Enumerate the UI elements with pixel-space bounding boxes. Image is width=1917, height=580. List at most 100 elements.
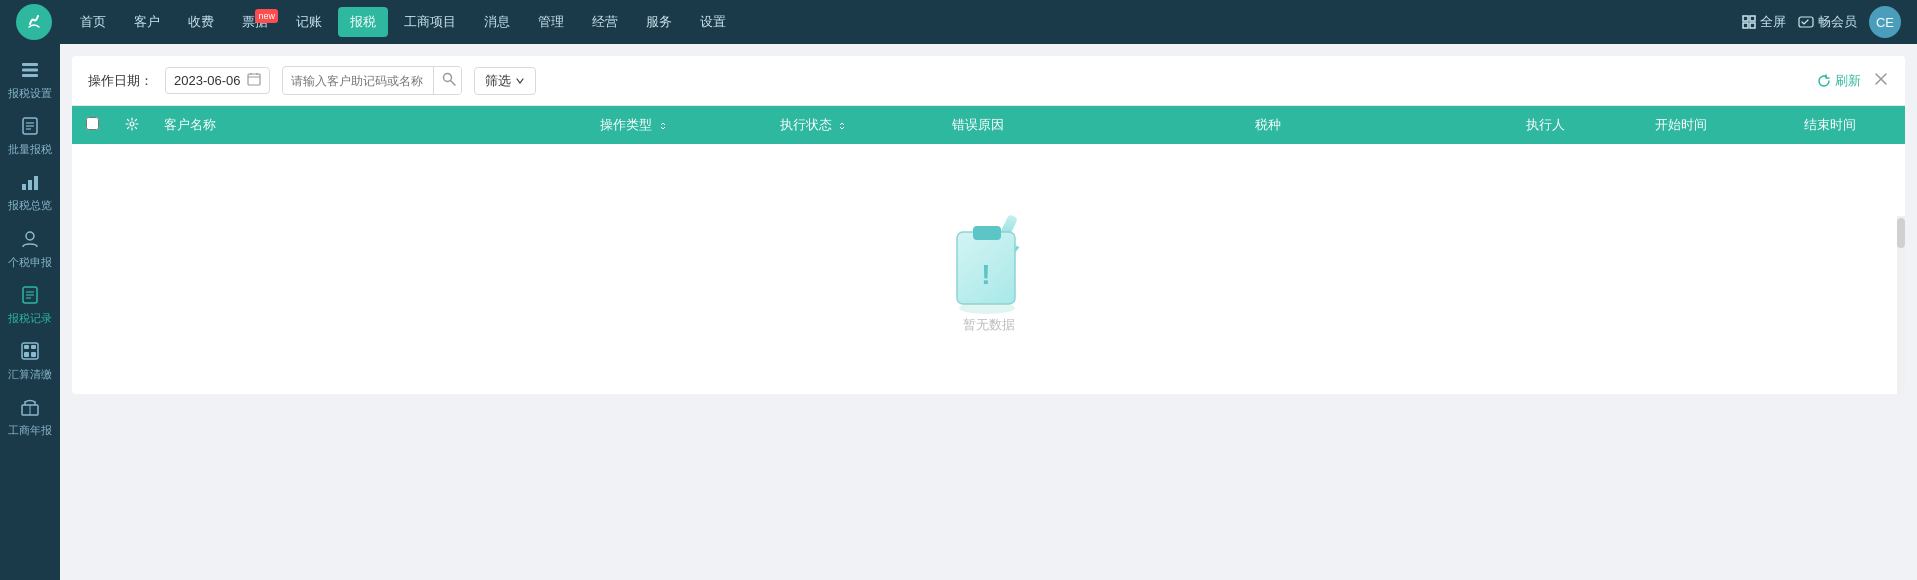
th-checkbox	[72, 106, 112, 144]
select-all-checkbox[interactable]	[86, 117, 99, 130]
batch-tax-icon	[20, 116, 40, 139]
empty-icon: !	[939, 204, 1039, 304]
svg-rect-4	[1750, 23, 1755, 28]
nav-item-industry[interactable]: 工商项目	[392, 7, 468, 37]
annual-report-icon	[20, 397, 40, 420]
sidebar-item-label: 报税设置	[8, 87, 52, 100]
personal-tax-icon	[20, 229, 40, 252]
svg-point-36	[130, 122, 134, 126]
tax-overview-icon	[20, 172, 40, 195]
svg-rect-23	[31, 345, 36, 349]
svg-rect-28	[248, 74, 260, 85]
svg-text:!: !	[981, 259, 990, 290]
svg-rect-13	[22, 184, 26, 190]
svg-rect-6	[22, 63, 38, 66]
nav-item-customer[interactable]: 客户	[122, 7, 172, 37]
nav-right: 全屏 畅会员 CE	[1742, 6, 1901, 38]
table-wrapper: 客户名称 操作类型 执行状态	[72, 106, 1905, 394]
tax-record-icon	[20, 285, 40, 308]
new-badge: new	[255, 9, 278, 23]
calculate-icon	[20, 341, 40, 364]
sidebar-item-label: 批量报税	[8, 143, 52, 156]
th-operation-type: 操作类型	[544, 106, 724, 144]
svg-rect-14	[28, 180, 32, 190]
main-content: 操作日期： 2023-06-06	[60, 44, 1917, 580]
nav-item-settings[interactable]: 设置	[688, 7, 738, 37]
svg-rect-22	[24, 345, 29, 349]
nav-item-operation[interactable]: 经营	[580, 7, 630, 37]
sidebar-item-tax-record[interactable]: 报税记录	[0, 277, 60, 333]
th-end-time: 结束时间	[1756, 106, 1905, 144]
scroll-track[interactable]	[1897, 216, 1905, 394]
nav-items: 首页 客户 收费 票据 new 记账 报税 工商项目 消息 管理 经营 服务 设…	[68, 7, 1742, 37]
th-exec-status: 执行状态	[724, 106, 904, 144]
nav-item-home[interactable]: 首页	[68, 7, 118, 37]
close-button[interactable]	[1873, 71, 1889, 90]
nav-item-tax[interactable]: 报税	[338, 7, 388, 37]
sidebar-item-label: 个税申报	[8, 256, 52, 269]
th-tax-type: 税种	[1052, 106, 1483, 144]
th-customer-name: 客户名称	[152, 106, 544, 144]
th-start-time: 开始时间	[1607, 106, 1756, 144]
svg-point-16	[26, 232, 34, 240]
content-panel: 操作日期： 2023-06-06	[72, 56, 1905, 394]
search-button[interactable]	[433, 67, 462, 94]
nav-item-accounting[interactable]: 记账	[284, 7, 334, 37]
sidebar: 报税设置 批量报税 报税总览 个税	[0, 44, 60, 580]
user-avatar[interactable]: CE	[1869, 6, 1901, 38]
data-table: 客户名称 操作类型 执行状态	[72, 106, 1905, 144]
refresh-icon	[1817, 74, 1831, 88]
close-icon	[1873, 71, 1889, 87]
svg-line-33	[450, 81, 455, 86]
toolbar: 操作日期： 2023-06-06	[72, 56, 1905, 106]
toolbar-right: 刷新	[1817, 71, 1889, 90]
filter-button[interactable]: 筛选	[474, 67, 536, 95]
svg-rect-2	[1750, 16, 1755, 21]
svg-rect-15	[34, 176, 38, 190]
member-button[interactable]: 畅会员	[1798, 13, 1857, 31]
refresh-label: 刷新	[1835, 72, 1861, 90]
th-executor: 执行人	[1484, 106, 1607, 144]
svg-rect-7	[22, 69, 38, 72]
calendar-icon	[247, 72, 261, 89]
sidebar-item-tax-overview[interactable]: 报税总览	[0, 164, 60, 220]
fullscreen-button[interactable]: 全屏	[1742, 13, 1786, 31]
nav-item-service[interactable]: 服务	[634, 7, 684, 37]
empty-text: 暂无数据	[963, 316, 1015, 334]
table-container: 客户名称 操作类型 执行状态	[72, 106, 1905, 144]
refresh-button[interactable]: 刷新	[1817, 72, 1861, 90]
sidebar-item-personal-tax[interactable]: 个税申报	[0, 221, 60, 277]
th-gear[interactable]	[112, 106, 152, 144]
nav-item-collection[interactable]: 收费	[176, 7, 226, 37]
svg-rect-41	[973, 226, 1001, 240]
tax-settings-icon	[20, 60, 40, 83]
sidebar-item-label: 报税总览	[8, 199, 52, 212]
scroll-thumb[interactable]	[1897, 218, 1905, 248]
chevron-down-icon	[515, 76, 525, 86]
sidebar-item-label: 报税记录	[8, 312, 52, 325]
svg-rect-1	[1743, 16, 1748, 21]
nav-item-message[interactable]: 消息	[472, 7, 522, 37]
svg-rect-24	[24, 352, 29, 357]
sidebar-item-calculate[interactable]: 汇算清缴	[0, 333, 60, 389]
nav-item-invoice[interactable]: 票据 new	[230, 7, 280, 37]
sidebar-item-label: 工商年报	[8, 424, 52, 437]
svg-point-0	[23, 11, 45, 33]
sidebar-item-batch-tax[interactable]: 批量报税	[0, 108, 60, 164]
nav-item-manage[interactable]: 管理	[526, 7, 576, 37]
svg-rect-3	[1743, 23, 1748, 28]
date-value: 2023-06-06	[174, 73, 241, 88]
top-navigation: 首页 客户 收费 票据 new 记账 报税 工商项目 消息 管理 经营 服务 设…	[0, 0, 1917, 44]
filter-label: 筛选	[485, 72, 511, 90]
search-input[interactable]	[283, 69, 433, 93]
th-error-reason: 错误原因	[903, 106, 1052, 144]
empty-state: ! 暂无数据	[72, 144, 1905, 394]
svg-rect-8	[22, 74, 38, 77]
app-logo[interactable]	[16, 4, 52, 40]
sidebar-item-annual-report[interactable]: 工商年报	[0, 389, 60, 445]
search-box	[282, 66, 462, 95]
date-picker[interactable]: 2023-06-06	[165, 67, 270, 94]
sidebar-item-tax-settings[interactable]: 报税设置	[0, 52, 60, 108]
svg-rect-25	[31, 352, 36, 357]
date-label: 操作日期：	[88, 72, 153, 90]
